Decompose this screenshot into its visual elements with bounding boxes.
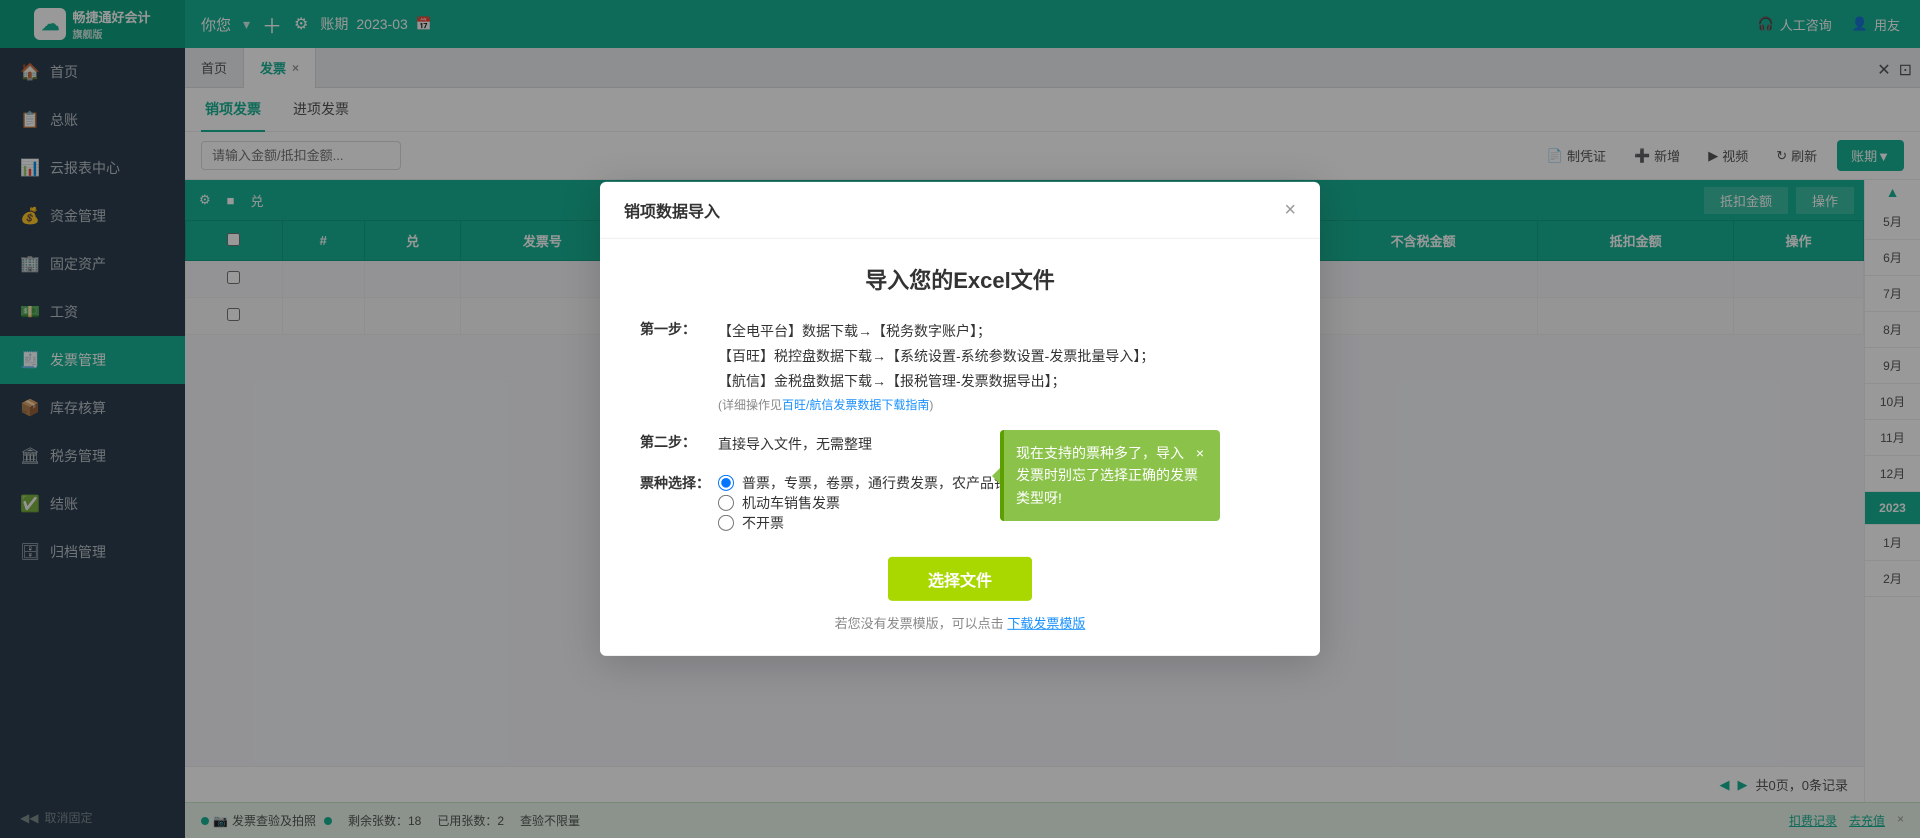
tooltip-popup: × 现在支持的票种多了，导入发票时别忘了选择正确的发票类型呀! [1000, 430, 1220, 521]
modal-header: 销项数据导入 × [600, 182, 1320, 239]
step2-label: 第二步： [640, 432, 710, 452]
radio-none-input[interactable] [718, 515, 734, 531]
step1-row: 第一步： 【全电平台】数据下载→【税务数字账户】； 【百旺】税控盘数据下载→【系… [640, 319, 1280, 416]
step1-line2: 【百旺】税控盘数据下载→【系统设置-系统参数设置-发票批量导入】； [718, 344, 1154, 369]
radio-motor-label: 机动车销售发票 [742, 493, 840, 513]
modal-main-title: 导入您的Excel文件 [640, 263, 1280, 295]
import-modal: 销项数据导入 × 导入您的Excel文件 第一步： 【全电平台】数据下载→【税务… [600, 182, 1320, 656]
guide-link[interactable]: 百旺/航信发票数据下载指南 [782, 397, 929, 411]
select-file-button[interactable]: 选择文件 [888, 557, 1032, 601]
step1-line1: 【全电平台】数据下载→【税务数字账户】； [718, 319, 1154, 344]
ticket-type-label: 票种选择： [640, 473, 710, 493]
modal-title: 销项数据导入 [624, 198, 720, 222]
radio-none-label: 不开票 [742, 513, 784, 533]
tooltip-bar [1000, 430, 1004, 521]
step1-line3: 【航信】金税盘数据下载→【报税管理-发票数据导出】； [718, 369, 1154, 394]
download-template-link[interactable]: 下载发票模版 [1007, 616, 1085, 631]
step1-label: 第一步： [640, 319, 710, 339]
step1-content: 【全电平台】数据下载→【税务数字账户】； 【百旺】税控盘数据下载→【系统设置-系… [718, 319, 1154, 416]
modal-footer: 若您没有发票模版，可以点击 下载发票模版 [640, 613, 1280, 632]
footer-text: 若您没有发票模版，可以点击 [835, 616, 1004, 631]
step1-note: (详细操作见百旺/航信发票数据下载指南) [718, 394, 1154, 416]
radio-motor-input[interactable] [718, 495, 734, 511]
modal-close-button[interactable]: × [1284, 200, 1296, 220]
step2-content: 直接导入文件，无需整理 [718, 432, 872, 457]
tooltip-close-button[interactable]: × [1196, 442, 1204, 464]
radio-normal-input[interactable] [718, 475, 734, 491]
tooltip-text: 现在支持的票种多了，导入发票时别忘了选择正确的发票类型呀! [1016, 445, 1198, 506]
